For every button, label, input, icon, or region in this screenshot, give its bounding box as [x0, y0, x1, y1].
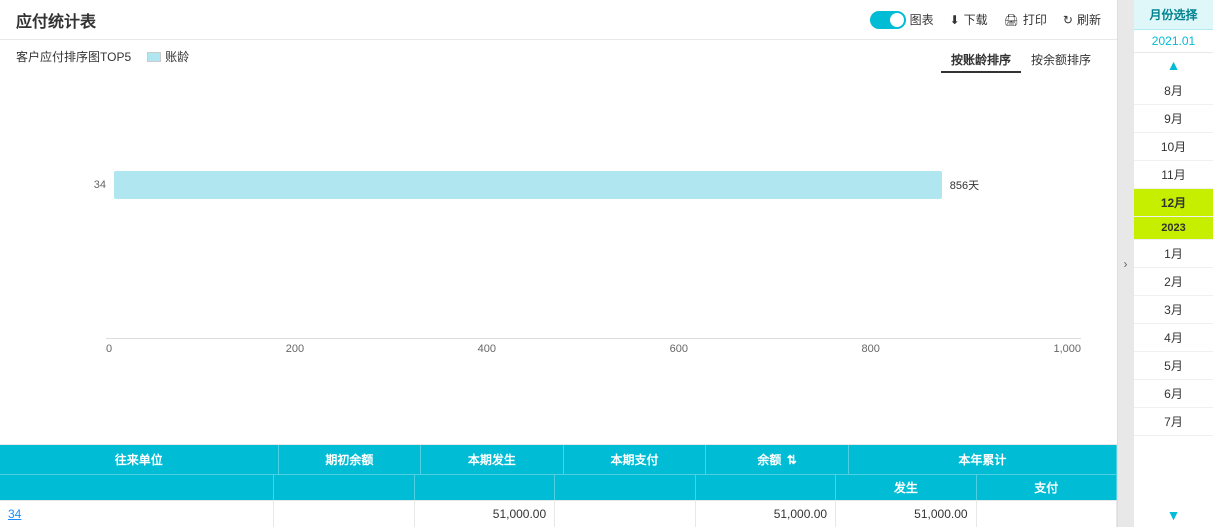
sidebar-month-6[interactable]: 6月	[1134, 380, 1213, 408]
sidebar-collapse-arrow[interactable]: ›	[1117, 0, 1133, 527]
chart-toggle-label: 图表	[910, 11, 934, 28]
sidebar-up-button[interactable]: ▲	[1134, 53, 1213, 77]
td-opening	[274, 501, 414, 527]
print-button[interactable]: 🖨 打印	[1004, 11, 1047, 28]
sidebar-year-input[interactable]	[1134, 30, 1213, 53]
sidebar-year-marker: 2023	[1134, 217, 1213, 240]
page-title: 应付统计表	[16, 8, 96, 32]
chart-toggle-wrap[interactable]: 图表	[870, 11, 934, 29]
sidebar-months: 8月 9月 10月 11月 12月 2023 1月 2月 3月 4月 5月 6月…	[1134, 77, 1213, 503]
download-button[interactable]: ⬇ 下载	[950, 11, 988, 28]
sort-tabs: 按账龄排序 按余额排序	[941, 48, 1101, 73]
th-balance: 余额 ⇅	[706, 445, 849, 474]
bar-container: 856天	[114, 171, 1081, 199]
bar-end-label: 856天	[950, 177, 979, 193]
sidebar: 月份选择 ▲ 8月 9月 10月 11月 12月 2023 1月 2月 3月 4…	[1133, 0, 1213, 527]
sidebar-month-12[interactable]: 12月	[1134, 189, 1213, 217]
sort-tab-balance[interactable]: 按余额排序	[1021, 48, 1101, 73]
th-ytd: 本年累计	[849, 445, 1117, 474]
chart-toggle[interactable]	[870, 11, 906, 29]
sidebar-month-5[interactable]: 5月	[1134, 352, 1213, 380]
bar-fill	[114, 171, 942, 199]
th-vendor: 往来单位	[0, 445, 279, 474]
legend-label: 账龄	[165, 48, 189, 65]
th-opening: 期初余额	[279, 445, 422, 474]
th-sub-occurrence	[415, 475, 555, 500]
refresh-label: 刷新	[1077, 11, 1101, 28]
sidebar-month-8[interactable]: 8月	[1134, 77, 1213, 105]
legend-item: 账龄	[147, 48, 189, 65]
refresh-icon: ↻	[1063, 13, 1073, 27]
td-vendor[interactable]: 34	[0, 501, 274, 527]
app-header: 应付统计表 图表 ⬇ 下载 🖨 打印 ↻ 刷新	[0, 0, 1117, 40]
th-balance-text: 余额	[757, 453, 781, 467]
table-row: 34 51,000.00 51,000.00 51,000.00	[0, 500, 1117, 527]
th-occurrence: 本期发生	[421, 445, 564, 474]
sort-icon[interactable]: ⇅	[787, 453, 797, 467]
sidebar-header: 月份选择	[1134, 0, 1213, 30]
sidebar-month-10[interactable]: 10月	[1134, 133, 1213, 161]
header-actions: 图表 ⬇ 下载 🖨 打印 ↻ 刷新	[870, 11, 1101, 29]
sidebar-month-3[interactable]: 3月	[1134, 296, 1213, 324]
download-label: 下载	[964, 11, 988, 28]
sidebar-month-2[interactable]: 2月	[1134, 268, 1213, 296]
th-payment: 本期支付	[564, 445, 707, 474]
td-balance: 51,000.00	[696, 501, 836, 527]
chart-legend: 客户应付排序图TOP5 账龄	[16, 48, 1101, 65]
td-ytd-pay	[977, 501, 1117, 527]
sidebar-month-7[interactable]: 7月	[1134, 408, 1213, 436]
sidebar-month-4[interactable]: 4月	[1134, 324, 1213, 352]
x-label-800: 800	[862, 343, 880, 355]
refresh-button[interactable]: ↻ 刷新	[1063, 11, 1101, 28]
th-ytd-pay: 支付	[977, 475, 1117, 500]
chart-wrapper: 34 856天 0 200 400 600 800 1,000	[16, 75, 1101, 365]
sidebar-down-button[interactable]: ▼	[1134, 503, 1213, 527]
th-sub-balance	[696, 475, 836, 500]
td-ytd-occ: 51,000.00	[836, 501, 976, 527]
bar-label: 34	[66, 179, 106, 191]
legend-title: 客户应付排序图TOP5	[16, 48, 131, 65]
sidebar-month-1[interactable]: 1月	[1134, 240, 1213, 268]
th-ytd-occ: 发生	[836, 475, 976, 500]
sort-tab-age[interactable]: 按账龄排序	[941, 48, 1021, 73]
th-sub-vendor	[0, 475, 274, 500]
sidebar-month-11[interactable]: 11月	[1134, 161, 1213, 189]
chart-area: 客户应付排序图TOP5 账龄 按账龄排序 按余额排序 34	[0, 40, 1117, 444]
th-sub-payment	[555, 475, 695, 500]
print-label: 打印	[1023, 11, 1047, 28]
download-icon: ⬇	[950, 13, 960, 27]
table-header-row: 往来单位 期初余额 本期发生 本期支付 余额 ⇅ 本年累计	[0, 445, 1117, 474]
print-icon: 🖨	[1004, 13, 1019, 27]
x-label-400: 400	[478, 343, 496, 355]
td-occurrence: 51,000.00	[415, 501, 555, 527]
th-sub-opening	[274, 475, 414, 500]
table-sub-header: 发生 支付	[0, 474, 1117, 500]
x-axis: 0 200 400 600 800 1,000	[106, 338, 1081, 355]
x-label-600: 600	[670, 343, 688, 355]
bar-row: 34 856天	[66, 165, 1081, 205]
legend-box	[147, 52, 161, 62]
x-label-200: 200	[286, 343, 304, 355]
sidebar-month-9[interactable]: 9月	[1134, 105, 1213, 133]
x-label-0: 0	[106, 343, 112, 355]
x-label-1000: 1,000	[1053, 343, 1081, 355]
td-payment	[555, 501, 695, 527]
table-area: 往来单位 期初余额 本期发生 本期支付 余额 ⇅ 本年累计 发生 支付	[0, 444, 1117, 527]
chart-bars: 34 856天	[66, 85, 1081, 325]
